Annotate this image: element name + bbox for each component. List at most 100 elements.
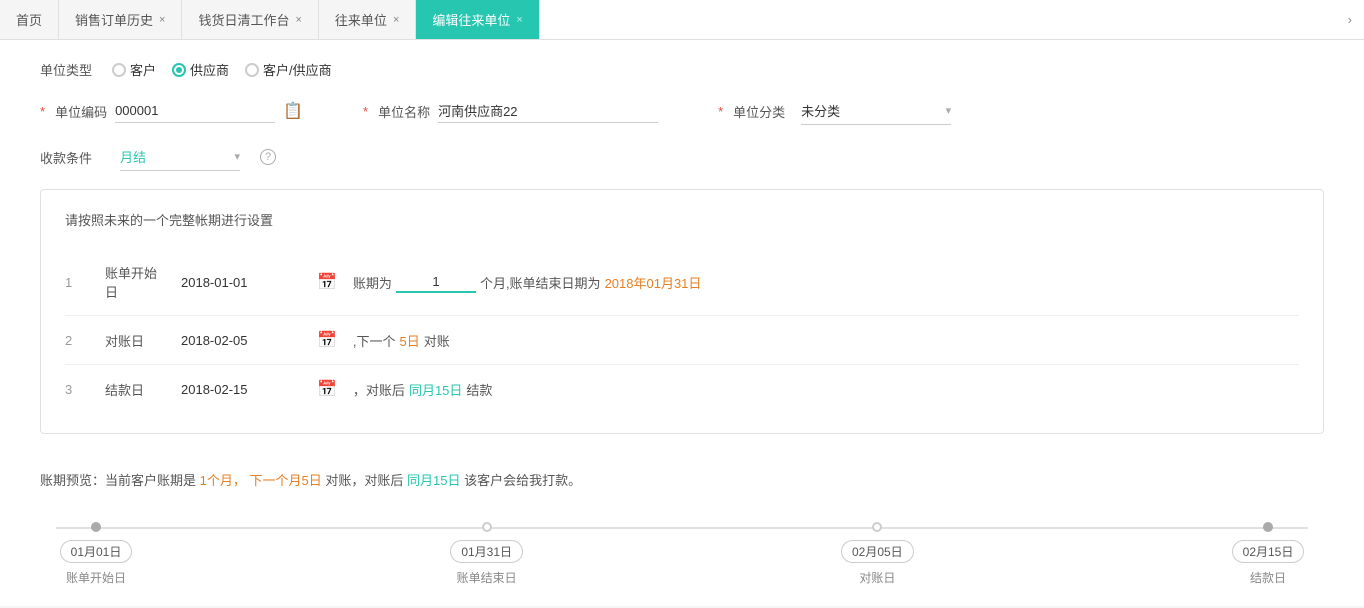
tab-cash-work-label: 钱货日清工作台 [198,10,289,29]
row-1-type: 账单开始日 [105,263,165,301]
unit-name-required: * [363,104,368,119]
row-1-desc-prefix: 账期为 [353,273,392,292]
unit-category-value: 未分类 [801,101,941,120]
row-3-calendar-icon[interactable]: 📅 [317,379,337,399]
preview-label: 账期预览：当前客户账期是 [40,473,196,488]
payment-terms-arrow-icon: ▾ [234,150,240,163]
unit-name-input[interactable] [438,99,658,123]
tab-sales-history[interactable]: 销售订单历史 × [59,0,182,39]
setting-row-2: 2 对账日 2018-02-05 📅 ,下一个 5日 对账 [65,316,1299,365]
row-3-date: 2018-02-15 [181,382,301,397]
unit-code-input[interactable] [115,99,275,123]
tab-partner-label: 往来单位 [335,10,387,29]
row-3-desc-suffix: 结款 [466,380,492,399]
tab-more-button[interactable]: › [1336,0,1364,39]
preview-section: 账期预览：当前客户账期是 1个月， 下一个月5日 对账，对账后 同月15日 该客… [40,454,1324,586]
row-1-date: 2018-01-01 [181,275,301,290]
radio-supplier[interactable]: 供应商 [172,60,229,79]
timeline-node-2: 01月31日 账单结束日 [447,513,527,586]
tab-cash-work-close[interactable]: × [295,14,301,26]
row-2-desc-suffix: 对账 [424,331,450,350]
row-1-calendar-icon[interactable]: 📅 [317,272,337,292]
radio-customer-supplier-circle [245,63,259,77]
unit-category-label: 单位分类 [733,102,785,121]
unit-code-copy-icon[interactable]: 📋 [283,101,303,121]
tab-home-label: 首页 [16,10,42,29]
preview-part3: 对账，对账后 [325,473,403,488]
radio-customer[interactable]: 客户 [112,60,156,79]
preview-text: 账期预览：当前客户账期是 1个月， 下一个月5日 对账，对账后 同月15日 该客… [40,470,1324,489]
timeline-dot-1 [91,522,101,532]
tab-partner[interactable]: 往来单位 × [319,0,416,39]
timeline-badge-3: 02月05日 [841,540,914,563]
radio-customer-supplier-label: 客户/供应商 [263,60,332,79]
tab-edit-partner-close[interactable]: × [516,14,522,26]
timeline-line [56,527,1308,529]
row-2-num: 2 [65,333,89,348]
tab-partner-close[interactable]: × [393,14,399,26]
radio-customer-supplier[interactable]: 客户/供应商 [245,60,332,79]
row-3-desc-prefix: ，对账后 [353,380,405,399]
tab-bar: 首页 销售订单历史 × 钱货日清工作台 × 往来单位 × 编辑往来单位 × › [0,0,1364,40]
timeline-dot-4 [1263,522,1273,532]
row-1-highlight: 2018年01月31日 [605,273,702,292]
tab-sales-history-close[interactable]: × [159,14,165,26]
setting-row-1: 1 账单开始日 2018-01-01 📅 账期为 个月,账单结束日期为 2018… [65,249,1299,316]
unit-category-dropdown[interactable]: 未分类 ▾ [801,97,951,125]
tab-home[interactable]: 首页 [0,0,59,39]
unit-type-label: 单位类型 [40,60,92,79]
timeline-label-2: 账单结束日 [457,569,517,586]
timeline-badge-4: 02月15日 [1232,540,1305,563]
unit-category-arrow-icon: ▾ [946,104,952,117]
timeline-badge-1: 01月01日 [60,540,133,563]
radio-customer-label: 客户 [130,60,156,79]
payment-terms-dropdown[interactable]: 月结 ▾ [120,143,240,171]
unit-name-field: * 单位名称 [363,99,658,123]
timeline-node-1: 01月01日 账单开始日 [56,513,136,586]
period-input[interactable] [396,272,476,293]
row-2-date: 2018-02-05 [181,333,301,348]
row-2-highlight: 5日 [400,331,420,350]
code-name-category-row: * 单位编码 📋 * 单位名称 * 单位分类 未分类 ▾ [40,97,1324,125]
timeline-dot-2 [482,522,492,532]
preview-part4: 同月15日 [407,473,460,488]
tab-sales-history-label: 销售订单历史 [75,10,153,29]
unit-name-label: 单位名称 [378,102,430,121]
unit-type-row: 单位类型 客户 供应商 客户/供应商 [40,60,1324,79]
row-2-desc-prefix: ,下一个 [353,331,396,350]
unit-category-required: * [718,104,723,119]
preview-part2: 下一个月5日 [250,473,322,488]
setting-row-3: 3 结款日 2018-02-15 📅 ，对账后 同月15日 结款 [65,365,1299,413]
timeline-label-1: 账单开始日 [66,569,126,586]
timeline: 01月01日 账单开始日 01月31日 账单结束日 02月05日 对账日 [40,513,1324,586]
radio-supplier-circle [172,63,186,77]
row-3-highlight: 同月15日 [409,380,462,399]
main-content: 单位类型 客户 供应商 客户/供应商 * 单位编码 📋 * [0,40,1364,606]
timeline-label-4: 结款日 [1250,569,1286,586]
row-3-type: 结款日 [105,380,165,399]
row-1-desc-suffix: 个月,账单结束日期为 [480,273,601,292]
unit-category-field: * 单位分类 未分类 ▾ [718,97,951,125]
radio-customer-circle [112,63,126,77]
payment-terms-row: 收款条件 月结 ▾ ? [40,143,1324,171]
help-icon[interactable]: ? [260,149,276,165]
preview-part5: 该客户会给我打款。 [464,473,581,488]
unit-code-label: 单位编码 [55,102,107,121]
preview-part1: 1个月， [200,473,246,488]
row-3-num: 3 [65,382,89,397]
row-1-num: 1 [65,275,89,290]
unit-type-radio-group: 客户 供应商 客户/供应商 [112,60,332,79]
row-3-desc: ，对账后 同月15日 结款 [353,380,493,399]
timeline-dot-3 [872,522,882,532]
row-2-desc: ,下一个 5日 对账 [353,331,450,350]
tab-edit-partner-label: 编辑往来单位 [432,10,510,29]
settings-section: 请按照未来的一个完整帐期进行设置 1 账单开始日 2018-01-01 📅 账期… [40,189,1324,434]
payment-terms-value: 月结 [120,147,230,166]
radio-supplier-label: 供应商 [190,60,229,79]
unit-code-required: * [40,104,45,119]
row-2-calendar-icon[interactable]: 📅 [317,330,337,350]
timeline-node-4: 02月15日 结款日 [1228,513,1308,586]
tab-edit-partner[interactable]: 编辑往来单位 × [416,0,539,39]
tab-cash-work[interactable]: 钱货日清工作台 × [182,0,318,39]
row-1-desc: 账期为 个月,账单结束日期为 2018年01月31日 [353,272,701,293]
